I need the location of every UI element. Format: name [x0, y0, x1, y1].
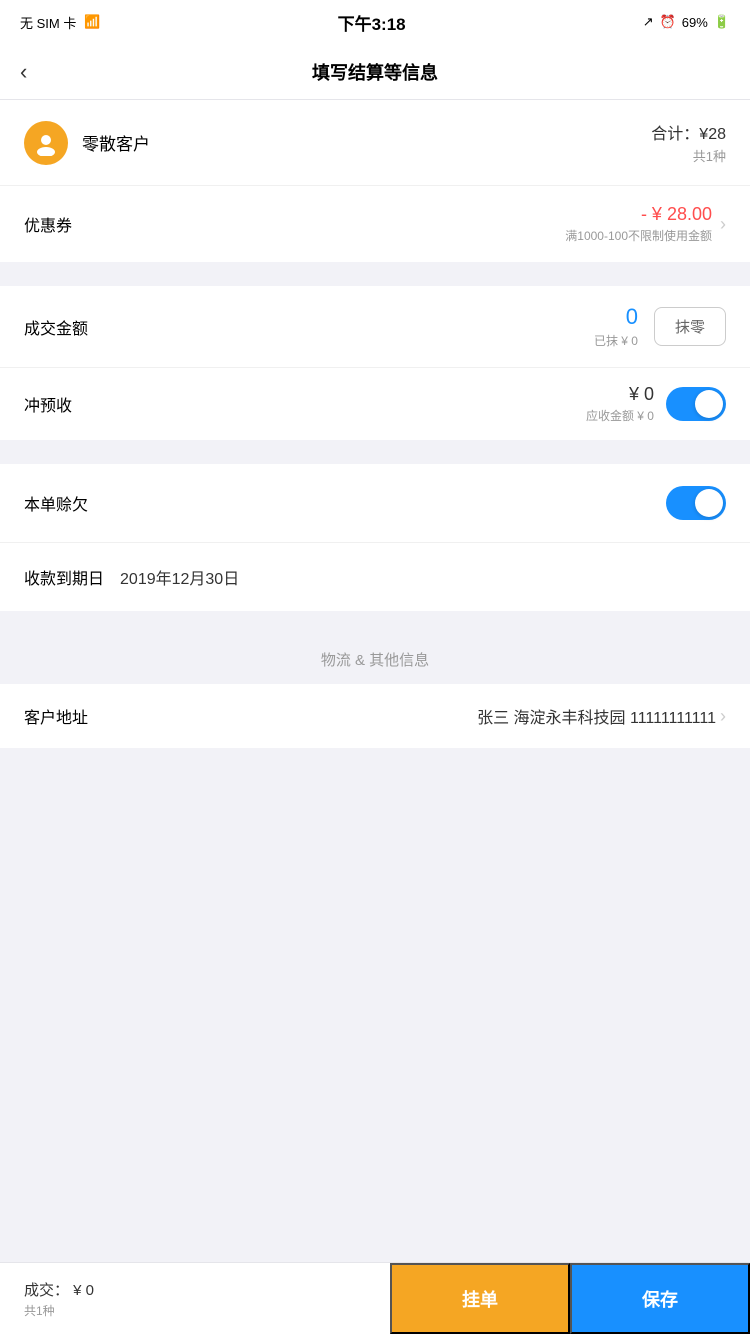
debit-label: 本单赊欠 — [24, 491, 88, 515]
prepaid-amount: ¥ 0 — [586, 384, 654, 405]
back-button[interactable]: ‹ — [20, 59, 27, 85]
coupon-discount: - ¥ 28.00 — [565, 204, 712, 225]
prepaid-right: ¥ 0 应收金额 ¥ 0 — [586, 384, 726, 424]
deal-amount-label: 成交金额 — [24, 315, 88, 339]
debit-toggle[interactable] — [666, 486, 726, 520]
deal-amount-sub: 已抹 ¥ 0 — [594, 332, 638, 349]
location-icon: ↗ — [643, 14, 654, 30]
sim-status: 无 SIM 卡 — [20, 13, 76, 32]
hang-button[interactable]: 挂单 — [390, 1263, 570, 1334]
footer-spacer — [0, 760, 750, 840]
footer: 成交： ¥ 0 共1种 挂单 保存 — [0, 1262, 750, 1334]
prepaid-toggle[interactable] — [666, 387, 726, 421]
debit-row: 本单赊欠 — [0, 464, 750, 542]
deal-amount-right: 0 已抹 ¥ 0 抹零 — [594, 304, 726, 349]
battery-icon: 🔋 — [714, 14, 730, 30]
customer-name: 零散客户 — [82, 130, 150, 155]
coupon-desc: 满1000-100不限制使用金额 — [565, 227, 712, 244]
footer-item-count: 共1种 — [24, 1302, 366, 1319]
customer-right: 合计：¥28 共1种 — [651, 120, 726, 165]
status-left: 无 SIM 卡 📶 — [20, 13, 101, 32]
logistics-label: 物流 & 其他信息 — [321, 652, 429, 669]
due-date-label: 收款到期日 — [24, 565, 104, 589]
address-row[interactable]: 客户地址 张三 海淀永丰科技园 11111111111 › — [0, 684, 750, 748]
save-button[interactable]: 保存 — [570, 1263, 750, 1334]
debit-toggle-knob — [695, 489, 723, 517]
round-zero-button[interactable]: 抹零 — [654, 307, 726, 346]
divider-2 — [0, 452, 750, 464]
customer-total: 合计：¥28 — [651, 120, 726, 144]
coupon-label: 优惠券 — [24, 212, 72, 236]
deal-section: 成交金额 0 已抹 ¥ 0 抹零 冲预收 ¥ 0 应收金额 ¥ 0 — [0, 286, 750, 440]
prepaid-row: 冲预收 ¥ 0 应收金额 ¥ 0 — [0, 368, 750, 440]
divider-3 — [0, 623, 750, 635]
address-value: 张三 海淀永丰科技园 11111111111 — [477, 704, 716, 728]
prepaid-sub: 应收金额 ¥ 0 — [586, 407, 654, 424]
chevron-right-icon: › — [720, 214, 726, 235]
debit-section: 本单赊欠 收款到期日 2019年12月30日 — [0, 464, 750, 611]
customer-count: 共1种 — [651, 146, 726, 165]
footer-deal-amount: 成交： ¥ 0 — [24, 1279, 366, 1300]
status-time: 下午3:18 — [338, 10, 406, 35]
page-title: 填写结算等信息 — [312, 59, 438, 85]
avatar — [24, 121, 68, 165]
alarm-icon: ⏰ — [660, 14, 676, 30]
footer-left: 成交： ¥ 0 共1种 — [0, 1279, 390, 1319]
due-date-row: 收款到期日 2019年12月30日 — [0, 542, 750, 611]
address-label: 客户地址 — [24, 704, 88, 728]
address-chevron-icon: › — [720, 706, 726, 727]
deal-amount-value: 0 — [626, 304, 638, 330]
nav-bar: ‹ 填写结算等信息 — [0, 44, 750, 100]
wifi-icon: 📶 — [84, 14, 100, 30]
due-date-value: 2019年12月30日 — [120, 565, 239, 589]
battery-level: 69% — [682, 15, 708, 30]
status-right: ↗ ⏰ 69% 🔋 — [643, 14, 730, 30]
address-section: 客户地址 张三 海淀永丰科技园 11111111111 › — [0, 684, 750, 748]
deal-amount-row: 成交金额 0 已抹 ¥ 0 抹零 — [0, 286, 750, 368]
toggle-knob — [695, 390, 723, 418]
coupon-right: - ¥ 28.00 满1000-100不限制使用金额 › — [565, 204, 726, 244]
prepaid-label: 冲预收 — [24, 392, 72, 416]
status-bar: 无 SIM 卡 📶 下午3:18 ↗ ⏰ 69% 🔋 — [0, 0, 750, 44]
divider-1 — [0, 274, 750, 286]
coupon-row[interactable]: 优惠券 - ¥ 28.00 满1000-100不限制使用金额 › — [0, 185, 750, 262]
customer-section: 零散客户 合计：¥28 共1种 优惠券 - ¥ 28.00 满1000-100不… — [0, 100, 750, 262]
customer-row: 零散客户 合计：¥28 共1种 — [0, 100, 750, 185]
customer-left: 零散客户 — [24, 121, 150, 165]
logistics-header: 物流 & 其他信息 — [0, 635, 750, 684]
address-right: 张三 海淀永丰科技园 11111111111 › — [477, 704, 726, 728]
